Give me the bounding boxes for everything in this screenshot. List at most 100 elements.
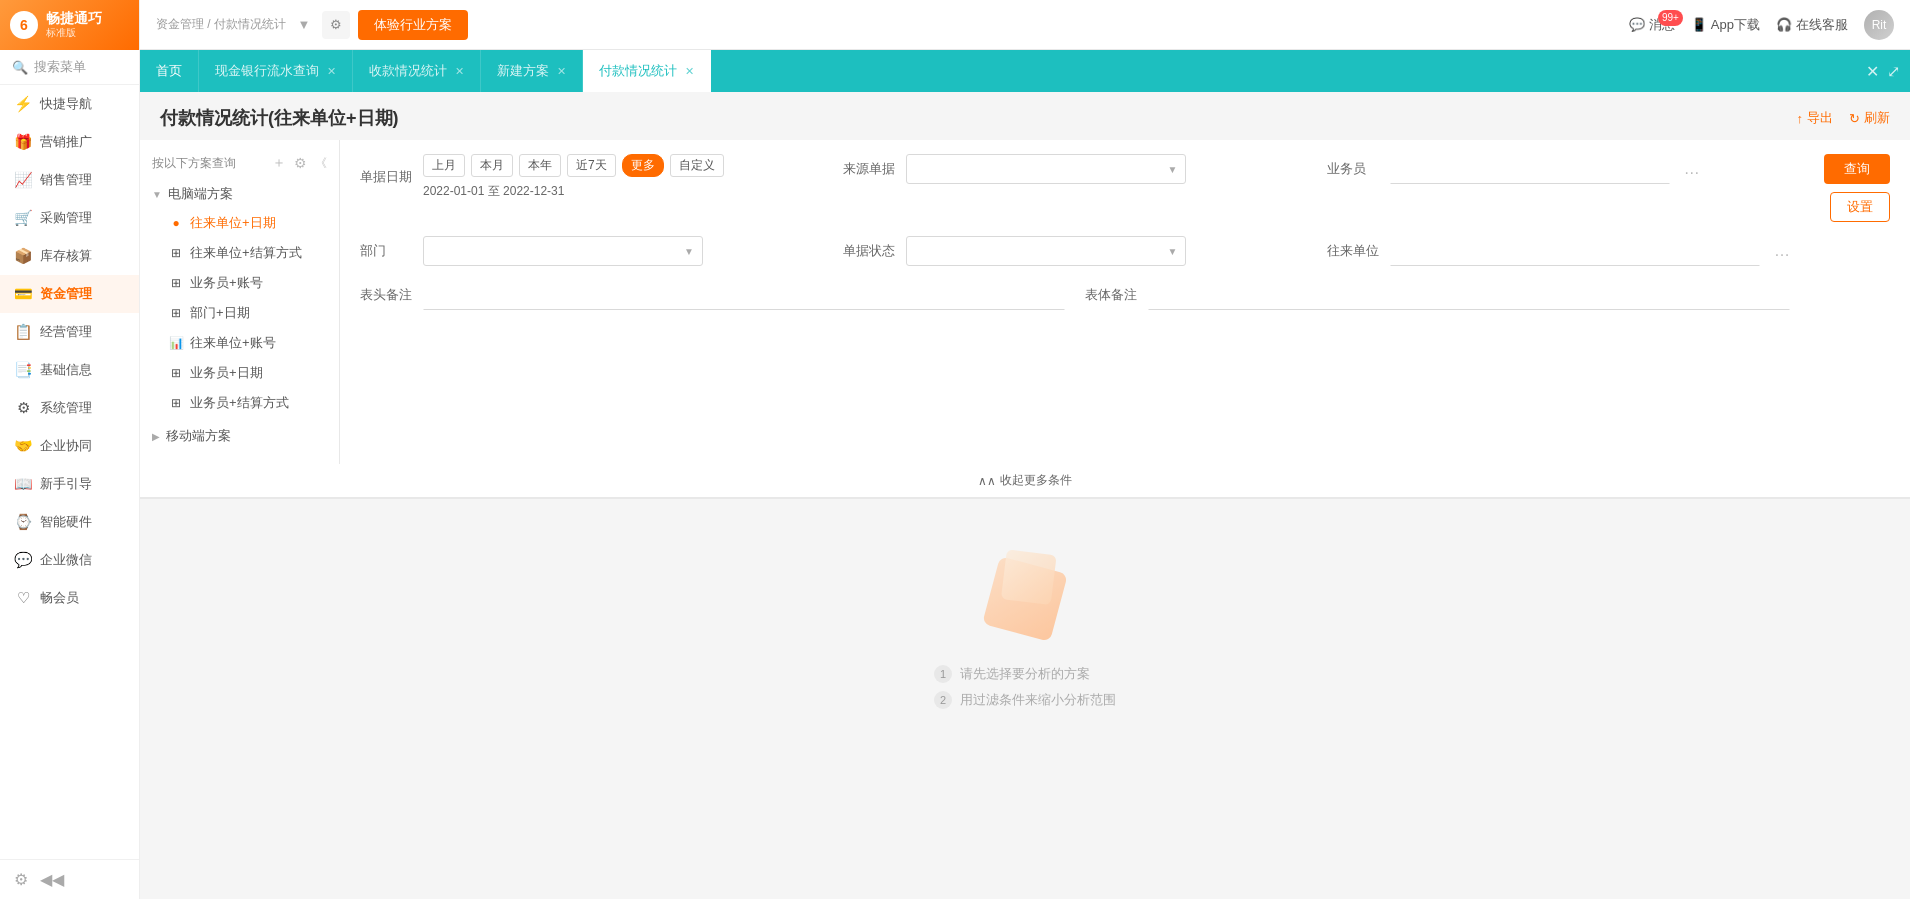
header-note-input[interactable] bbox=[423, 280, 1065, 310]
date-btn-this-month[interactable]: 本月 bbox=[471, 154, 513, 177]
scheme-item-partner-date[interactable]: ● 往来单位+日期 bbox=[140, 208, 339, 238]
sidebar-item-label: 企业微信 bbox=[40, 551, 92, 569]
sidebar-item-weixin[interactable]: 💬企业微信 bbox=[0, 541, 139, 579]
tab-bank-flow[interactable]: 现金银行流水查询 ✕ bbox=[199, 50, 353, 92]
tab-close-all-btn[interactable]: ✕ bbox=[1866, 62, 1879, 81]
service-icon: 🎧 bbox=[1776, 17, 1792, 32]
tab-payment-stats[interactable]: 付款情况统计 ✕ bbox=[583, 50, 711, 92]
topbar: 资金管理 / 付款情况统计 ▼ ⚙ 体验行业方案 💬 消息 99+ 📱 App下… bbox=[140, 0, 1910, 50]
sidebar-item-label: 采购管理 bbox=[40, 209, 92, 227]
settings-btn2[interactable]: 设置 bbox=[1830, 192, 1890, 222]
basic-icon: 📑 bbox=[14, 361, 32, 379]
scheme-group-mobile-header[interactable]: ▶ 移动端方案 bbox=[140, 422, 339, 450]
tab-new-scheme-close[interactable]: ✕ bbox=[557, 65, 566, 78]
logo-icon: 6 bbox=[10, 11, 38, 39]
scheme-icon-1: ⊞ bbox=[168, 246, 184, 260]
date-btn-more[interactable]: 更多 bbox=[622, 154, 664, 177]
date-btn-this-year[interactable]: 本年 bbox=[519, 154, 561, 177]
scheme-item-dept-date[interactable]: ⊞ 部门+日期 bbox=[140, 298, 339, 328]
page-actions: ↑ 导出 ↻ 刷新 bbox=[1797, 109, 1891, 127]
tab-home[interactable]: 首页 bbox=[140, 50, 199, 92]
search-menu[interactable]: 🔍 搜索菜单 bbox=[0, 50, 139, 85]
scheme-item-salesperson-account[interactable]: ⊞ 业务员+账号 bbox=[140, 268, 339, 298]
avatar[interactable]: Rit bbox=[1864, 10, 1894, 40]
date-btn-custom[interactable]: 自定义 bbox=[670, 154, 724, 177]
sidebar-item-purchase[interactable]: 🛒采购管理 bbox=[0, 199, 139, 237]
sidebar-item-guide[interactable]: 📖 新手引导 bbox=[0, 465, 139, 503]
partner-dots[interactable]: … bbox=[1774, 242, 1790, 260]
empty-illustration bbox=[975, 559, 1075, 649]
salesperson-dots[interactable]: … bbox=[1684, 160, 1700, 178]
finance-icon: 💳 bbox=[14, 285, 32, 303]
settings-footer-icon[interactable]: ⚙ bbox=[14, 870, 28, 889]
date-btn-last-month[interactable]: 上月 bbox=[423, 154, 465, 177]
sidebar-item-basic[interactable]: 📑 基础信息 bbox=[0, 351, 139, 389]
scheme-active-icon: ● bbox=[168, 216, 184, 230]
tab-receivable-close[interactable]: ✕ bbox=[455, 65, 464, 78]
export-btn[interactable]: ↑ 导出 bbox=[1797, 109, 1834, 127]
breadcrumb-dropdown[interactable]: ▼ bbox=[294, 15, 314, 35]
date-btn-7days[interactable]: 近7天 bbox=[567, 154, 616, 177]
scheme-settings-btn[interactable]: ⚙ bbox=[294, 155, 307, 171]
scheme-item-salesperson-date[interactable]: ⊞ 业务员+日期 bbox=[140, 358, 339, 388]
page-title: 付款情况统计(往来单位+日期) bbox=[160, 106, 399, 130]
sidebar-item-enterprise[interactable]: 🤝企业协同 bbox=[0, 427, 139, 465]
scheme-group-desktop: ▼ 电脑端方案 ● 往来单位+日期 ⊞ 往来单位+结算方式 ⊞ bbox=[140, 180, 339, 418]
doc-status-select[interactable]: ▼ bbox=[906, 236, 1186, 266]
scheme-item-salesperson-settlement[interactable]: ⊞ 业务员+结算方式 bbox=[140, 388, 339, 418]
scheme-group-desktop-label: 电脑端方案 bbox=[168, 185, 233, 203]
scheme-group-desktop-header[interactable]: ▼ 电脑端方案 bbox=[140, 180, 339, 208]
tip-text-2: 用过滤条件来缩小分析范围 bbox=[960, 691, 1116, 709]
tab-new-scheme[interactable]: 新建方案 ✕ bbox=[481, 50, 583, 92]
empty-tip-2: 2 用过滤条件来缩小分析范围 bbox=[934, 691, 1116, 709]
header-note-label: 表头备注 bbox=[360, 286, 415, 304]
query-btn[interactable]: 查询 bbox=[1824, 154, 1890, 184]
operations-icon: 📋 bbox=[14, 323, 32, 341]
dept-select[interactable]: ▼ bbox=[423, 236, 703, 266]
tab-bank-flow-close[interactable]: ✕ bbox=[327, 65, 336, 78]
sidebar-item-member[interactable]: ♡畅会员 bbox=[0, 579, 139, 617]
salesperson-input[interactable] bbox=[1390, 154, 1670, 184]
sidebar-item-finance[interactable]: 💳资金管理 bbox=[0, 275, 139, 313]
guide-icon: 📖 bbox=[14, 475, 32, 493]
sidebar-item-label: 新手引导 bbox=[40, 475, 92, 493]
sidebar-item-label: 库存核算 bbox=[40, 247, 92, 265]
sidebar-item-operations[interactable]: 📋经营管理 bbox=[0, 313, 139, 351]
tab-receivable[interactable]: 收款情况统计 ✕ bbox=[353, 50, 481, 92]
service-btn[interactable]: 🎧 在线客服 bbox=[1776, 16, 1848, 34]
tab-expand-btn[interactable]: ⤢ bbox=[1887, 62, 1900, 81]
sidebar-item-hardware[interactable]: ⌚智能硬件 bbox=[0, 503, 139, 541]
sidebar-item-inventory[interactable]: 📦库存核算 bbox=[0, 237, 139, 275]
chevron-right-icon: ▶ bbox=[152, 431, 160, 442]
scheme-icon-4: 📊 bbox=[168, 336, 184, 350]
quick-nav-icon: ⚡ bbox=[14, 95, 32, 113]
sidebar-item-label: 基础信息 bbox=[40, 361, 92, 379]
partner-input[interactable] bbox=[1390, 236, 1760, 266]
scheme-item-partner-account[interactable]: 📊 往来单位+账号 bbox=[140, 328, 339, 358]
refresh-btn[interactable]: ↻ 刷新 bbox=[1849, 109, 1890, 127]
sidebar-item-label: 系统管理 bbox=[40, 399, 92, 417]
sidebar: 6 畅捷通巧 标准版 🔍 搜索菜单 ⚡快捷导航🎁营销推广📈销售管理🛒采购管理📦库… bbox=[0, 0, 140, 899]
scheme-group-mobile-label: 移动端方案 bbox=[166, 427, 231, 445]
trial-btn[interactable]: 体验行业方案 bbox=[358, 10, 468, 40]
salesperson-field: 业务员 … bbox=[1327, 154, 1790, 184]
tab-payment-stats-close[interactable]: ✕ bbox=[685, 65, 694, 78]
marketing-icon: 🎁 bbox=[14, 133, 32, 151]
sidebar-item-marketing[interactable]: 🎁营销推广 bbox=[0, 123, 139, 161]
collapse-sidebar-icon[interactable]: ◀◀ bbox=[40, 870, 64, 889]
content-area: 付款情况统计(往来单位+日期) ↑ 导出 ↻ 刷新 按以下方案查询 bbox=[140, 92, 1910, 899]
scheme-collapse-btn[interactable]: 《 bbox=[315, 155, 327, 172]
body-note-input[interactable] bbox=[1148, 280, 1790, 310]
collapse-bar[interactable]: ∧∧ 收起更多条件 bbox=[140, 464, 1910, 498]
source-select[interactable]: ▼ bbox=[906, 154, 1186, 184]
download-btn[interactable]: 📱 App下载 bbox=[1691, 16, 1760, 34]
sidebar-item-quick-nav[interactable]: ⚡快捷导航 bbox=[0, 85, 139, 123]
scheme-item-partner-settlement[interactable]: ⊞ 往来单位+结算方式 bbox=[140, 238, 339, 268]
sidebar-item-system[interactable]: ⚙系统管理 bbox=[0, 389, 139, 427]
scheme-icon-6: ⊞ bbox=[168, 396, 184, 410]
messages-btn[interactable]: 💬 消息 99+ bbox=[1629, 16, 1675, 34]
partner-label: 往来单位 bbox=[1327, 242, 1382, 260]
topbar-settings-btn[interactable]: ⚙ bbox=[322, 11, 350, 39]
sidebar-item-sales[interactable]: 📈销售管理 bbox=[0, 161, 139, 199]
add-scheme-btn[interactable]: ＋ bbox=[272, 154, 286, 172]
